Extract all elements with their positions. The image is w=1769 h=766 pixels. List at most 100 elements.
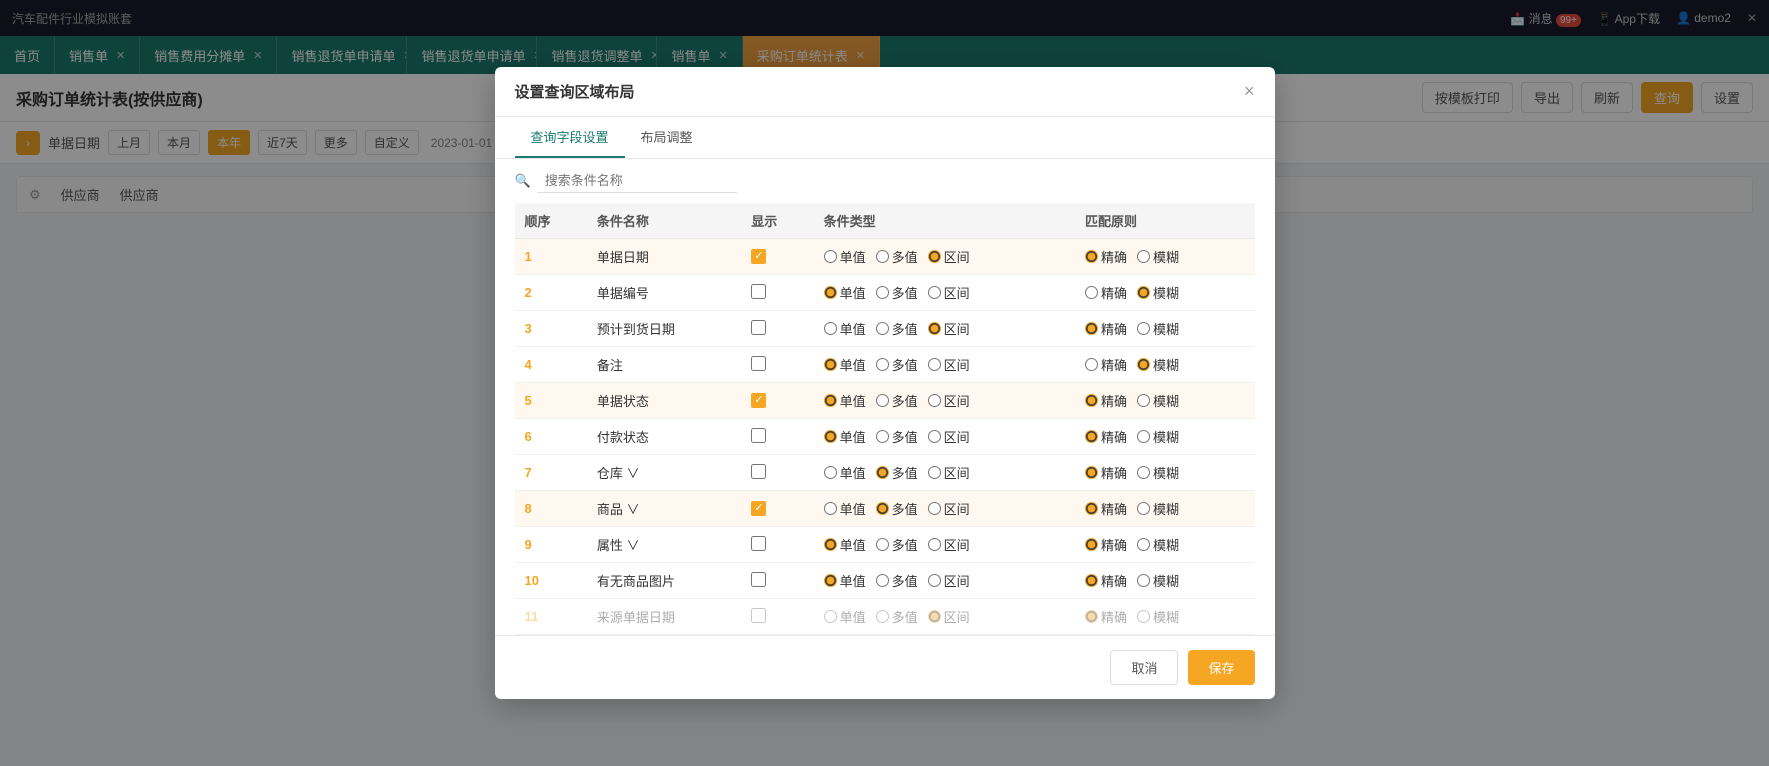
display-checkbox[interactable] [751, 320, 766, 335]
condition-type-单值-option[interactable]: 单值 [824, 391, 866, 410]
condition-type-多值-option[interactable]: 多值 [876, 535, 918, 554]
cancel-button[interactable]: 取消 [1110, 650, 1178, 685]
condition-type-多值-option[interactable]: 多值 [876, 427, 918, 446]
condition-type-单值-option[interactable]: 单值 [824, 499, 866, 518]
row-display-cell [741, 455, 813, 491]
table-row: 11来源单据日期单值多值区间精确模糊 [515, 599, 1255, 635]
condition-type-区间-option[interactable]: 区间 [928, 283, 970, 302]
display-checkbox[interactable] [751, 464, 766, 479]
row-condition-name: 有无商品图片 [587, 563, 741, 599]
row-condition-type-cell: 单值多值区间 [814, 599, 1075, 635]
condition-type-区间-option[interactable]: 区间 [928, 463, 970, 482]
table-row: 5单据状态单值多值区间精确模糊 [515, 383, 1255, 419]
match-精确-option[interactable]: 精确 [1085, 607, 1127, 626]
condition-type-多值-option[interactable]: 多值 [876, 607, 918, 626]
display-checkbox[interactable] [751, 428, 766, 443]
condition-type-区间-option[interactable]: 区间 [928, 427, 970, 446]
condition-type-多值-option[interactable]: 多值 [876, 247, 918, 266]
condition-type-多值-option[interactable]: 多值 [876, 283, 918, 302]
match-精确-option[interactable]: 精确 [1085, 355, 1127, 374]
condition-type-单值-option[interactable]: 单值 [824, 427, 866, 446]
condition-type-多值-option[interactable]: 多值 [876, 571, 918, 590]
condition-type-单值-option[interactable]: 单值 [824, 607, 866, 626]
match-精确-option[interactable]: 精确 [1085, 283, 1127, 302]
row-match-cell: 精确模糊 [1075, 311, 1255, 347]
col-header-order: 顺序 [515, 203, 587, 239]
row-order: 6 [515, 419, 587, 455]
condition-type-多值-option[interactable]: 多值 [876, 463, 918, 482]
match-模糊-option[interactable]: 模糊 [1137, 247, 1179, 266]
condition-type-单值-option[interactable]: 单值 [824, 571, 866, 590]
display-checkbox[interactable] [751, 393, 766, 408]
table-row: 2单据编号单值多值区间精确模糊 [515, 275, 1255, 311]
modal-dialog: 设置查询区域布局 × 查询字段设置 布局调整 🔍 顺序 条件名称 [495, 67, 1275, 699]
match-模糊-option[interactable]: 模糊 [1137, 571, 1179, 590]
match-精确-option[interactable]: 精确 [1085, 463, 1127, 482]
match-模糊-option[interactable]: 模糊 [1137, 499, 1179, 518]
condition-type-区间-option[interactable]: 区间 [928, 499, 970, 518]
display-checkbox[interactable] [751, 356, 766, 371]
row-condition-type-cell: 单值多值区间 [814, 419, 1075, 455]
modal-tab-query-fields[interactable]: 查询字段设置 [515, 117, 625, 158]
row-condition-name: 来源单据日期 [587, 599, 741, 635]
row-match-cell: 精确模糊 [1075, 599, 1255, 635]
condition-type-多值-option[interactable]: 多值 [876, 499, 918, 518]
condition-type-多值-option[interactable]: 多值 [876, 355, 918, 374]
match-精确-option[interactable]: 精确 [1085, 319, 1127, 338]
condition-type-多值-option[interactable]: 多值 [876, 391, 918, 410]
condition-type-单值-option[interactable]: 单值 [824, 535, 866, 554]
row-match-cell: 精确模糊 [1075, 275, 1255, 311]
match-精确-option[interactable]: 精确 [1085, 247, 1127, 266]
match-模糊-option[interactable]: 模糊 [1137, 283, 1179, 302]
condition-type-单值-option[interactable]: 单值 [824, 283, 866, 302]
condition-type-区间-option[interactable]: 区间 [928, 319, 970, 338]
condition-type-区间-option[interactable]: 区间 [928, 535, 970, 554]
row-match-cell: 精确模糊 [1075, 383, 1255, 419]
condition-type-区间-option[interactable]: 区间 [928, 355, 970, 374]
display-checkbox[interactable] [751, 536, 766, 551]
row-condition-type-cell: 单值多值区间 [814, 491, 1075, 527]
condition-type-单值-option[interactable]: 单值 [824, 247, 866, 266]
display-checkbox[interactable] [751, 572, 766, 587]
condition-type-单值-option[interactable]: 单值 [824, 463, 866, 482]
table-row: 3预计到货日期单值多值区间精确模糊 [515, 311, 1255, 347]
row-condition-type-cell: 单值多值区间 [814, 563, 1075, 599]
condition-type-区间-option[interactable]: 区间 [928, 247, 970, 266]
condition-type-单值-option[interactable]: 单值 [824, 319, 866, 338]
match-精确-option[interactable]: 精确 [1085, 535, 1127, 554]
table-row: 9属性 ∨单值多值区间精确模糊 [515, 527, 1255, 563]
modal-search-bar: 🔍 [495, 159, 1275, 203]
modal-footer: 取消 保存 [495, 635, 1275, 699]
save-button[interactable]: 保存 [1188, 650, 1254, 685]
row-order: 10 [515, 563, 587, 599]
table-row: 1单据日期单值多值区间精确模糊 [515, 239, 1255, 275]
display-checkbox[interactable] [751, 608, 766, 623]
condition-type-区间-option[interactable]: 区间 [928, 391, 970, 410]
match-精确-option[interactable]: 精确 [1085, 499, 1127, 518]
match-模糊-option[interactable]: 模糊 [1137, 535, 1179, 554]
display-checkbox[interactable] [751, 249, 766, 264]
match-精确-option[interactable]: 精确 [1085, 391, 1127, 410]
modal-tab-layout[interactable]: 布局调整 [625, 117, 709, 158]
condition-type-多值-option[interactable]: 多值 [876, 319, 918, 338]
match-模糊-option[interactable]: 模糊 [1137, 355, 1179, 374]
row-display-cell [741, 599, 813, 635]
match-模糊-option[interactable]: 模糊 [1137, 391, 1179, 410]
match-精确-option[interactable]: 精确 [1085, 571, 1127, 590]
row-match-cell: 精确模糊 [1075, 347, 1255, 383]
modal-table: 顺序 条件名称 显示 条件类型 匹配原则 1单据日期单值多值区间精确模糊2单据编… [495, 203, 1275, 635]
match-模糊-option[interactable]: 模糊 [1137, 319, 1179, 338]
match-精确-option[interactable]: 精确 [1085, 427, 1127, 446]
row-condition-name: 单据日期 [587, 239, 741, 275]
display-checkbox[interactable] [751, 501, 766, 516]
search-input[interactable] [537, 169, 737, 193]
condition-type-区间-option[interactable]: 区间 [928, 607, 970, 626]
match-模糊-option[interactable]: 模糊 [1137, 607, 1179, 626]
condition-type-单值-option[interactable]: 单值 [824, 355, 866, 374]
condition-type-区间-option[interactable]: 区间 [928, 571, 970, 590]
search-icon: 🔍 [515, 173, 531, 189]
match-模糊-option[interactable]: 模糊 [1137, 463, 1179, 482]
display-checkbox[interactable] [751, 284, 766, 299]
match-模糊-option[interactable]: 模糊 [1137, 427, 1179, 446]
modal-close-button[interactable]: × [1244, 81, 1255, 102]
